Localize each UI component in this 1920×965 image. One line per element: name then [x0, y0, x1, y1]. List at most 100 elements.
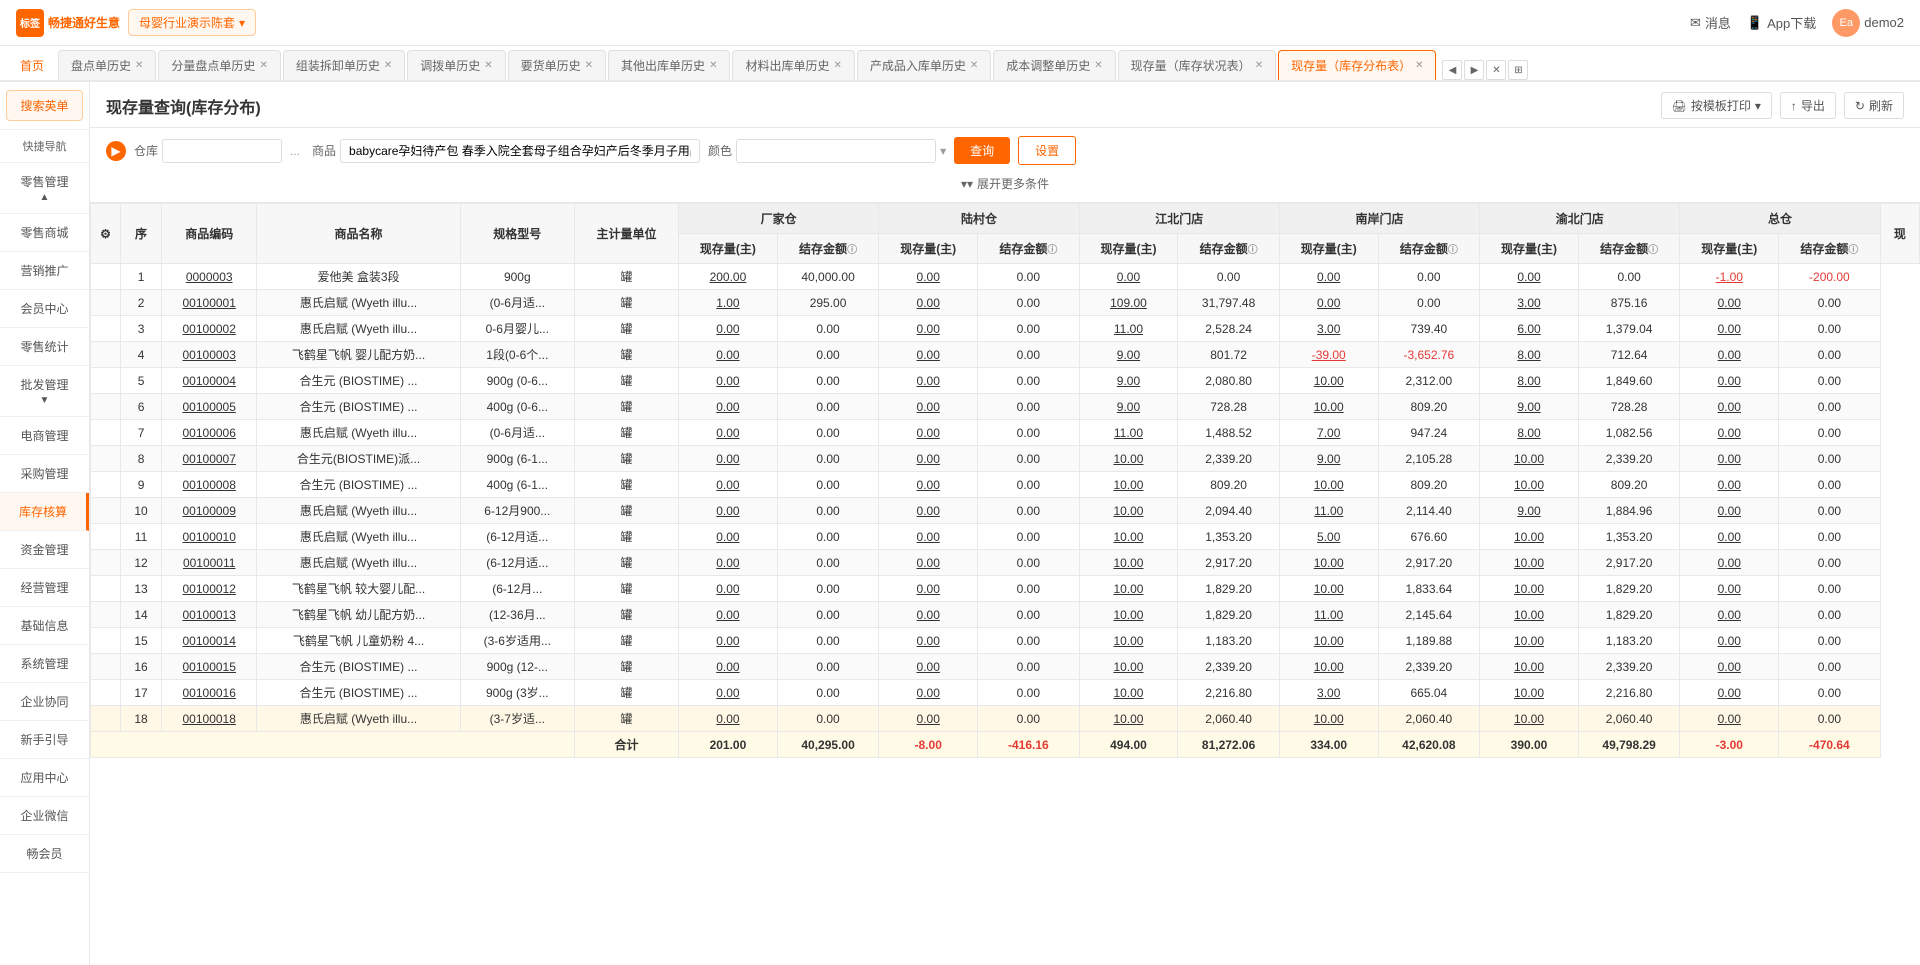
- linkable-value[interactable]: 00100009: [183, 504, 236, 518]
- col-total-stock[interactable]: 0.00: [1680, 368, 1779, 394]
- linkable-value[interactable]: 0.00: [1718, 608, 1741, 622]
- col-factory-stock[interactable]: 0.00: [679, 628, 778, 654]
- tab-close-icon[interactable]: ✕: [585, 60, 593, 71]
- col-code[interactable]: 00100010: [162, 524, 257, 550]
- col-na-stock[interactable]: 10.00: [1279, 706, 1378, 732]
- col-na-stock[interactable]: 3.00: [1279, 316, 1378, 342]
- col-code[interactable]: 00100016: [162, 680, 257, 706]
- col-code[interactable]: 00100001: [162, 290, 257, 316]
- col-factory-stock[interactable]: 0.00: [679, 368, 778, 394]
- linkable-value[interactable]: 10.00: [1514, 660, 1544, 674]
- col-na-stock[interactable]: -39.00: [1279, 342, 1378, 368]
- linkable-value[interactable]: 00100011: [183, 556, 236, 570]
- col-na-stock[interactable]: 0.00: [1279, 290, 1378, 316]
- col-factory-stock[interactable]: 0.00: [679, 342, 778, 368]
- col-code[interactable]: 00100002: [162, 316, 257, 342]
- col-yb-stock[interactable]: 10.00: [1480, 602, 1579, 628]
- col-factory-stock[interactable]: 200.00: [679, 264, 778, 290]
- col-code[interactable]: 00100018: [162, 706, 257, 732]
- linkable-value[interactable]: 0.00: [917, 712, 940, 726]
- linkable-value[interactable]: 0.00: [917, 608, 940, 622]
- col-lu-stock[interactable]: 0.00: [879, 264, 978, 290]
- col-jb-stock[interactable]: 109.00: [1079, 290, 1178, 316]
- linkable-value[interactable]: 0.00: [917, 270, 940, 284]
- linkable-value[interactable]: 0.00: [1718, 660, 1741, 674]
- col-factory-stock[interactable]: 0.00: [679, 420, 778, 446]
- tab-stock-dist[interactable]: 现存量（库存分布表）✕: [1278, 50, 1436, 80]
- col-total-stock[interactable]: 0.00: [1680, 420, 1779, 446]
- col-code[interactable]: 00100004: [162, 368, 257, 394]
- linkable-value[interactable]: 00100006: [183, 426, 236, 440]
- linkable-value[interactable]: 0.00: [1718, 452, 1741, 466]
- col-na-stock[interactable]: 11.00: [1279, 602, 1378, 628]
- col-jb-stock[interactable]: 10.00: [1079, 472, 1178, 498]
- linkable-value[interactable]: 00100002: [183, 322, 236, 336]
- sidebar-item-ecom[interactable]: 电商管理: [0, 417, 89, 455]
- linkable-value[interactable]: 0.00: [1317, 296, 1340, 310]
- tab-material-out[interactable]: 材料出库单历史✕: [732, 50, 854, 80]
- col-code[interactable]: 00100009: [162, 498, 257, 524]
- linkable-value[interactable]: 0.00: [716, 452, 739, 466]
- linkable-value[interactable]: 11.00: [1114, 322, 1143, 336]
- col-jb-stock[interactable]: 9.00: [1079, 394, 1178, 420]
- col-yb-stock[interactable]: 10.00: [1480, 706, 1579, 732]
- sidebar-item-purchase[interactable]: 采购管理: [0, 455, 89, 493]
- linkable-value[interactable]: 9.00: [1117, 374, 1140, 388]
- col-lu-stock[interactable]: 0.00: [879, 420, 978, 446]
- linkable-value[interactable]: 0.00: [1718, 322, 1741, 336]
- linkable-value[interactable]: 0.00: [1718, 296, 1741, 310]
- col-lu-stock[interactable]: 0.00: [879, 680, 978, 706]
- linkable-value[interactable]: 10.00: [1514, 530, 1544, 544]
- linkable-value[interactable]: 10.00: [1514, 608, 1544, 622]
- col-na-stock[interactable]: 10.00: [1279, 368, 1378, 394]
- col-code[interactable]: 00100015: [162, 654, 257, 680]
- linkable-value[interactable]: 3.00: [1517, 296, 1540, 310]
- col-factory-stock[interactable]: 0.00: [679, 706, 778, 732]
- linkable-value[interactable]: 0.00: [917, 452, 940, 466]
- linkable-value[interactable]: 10.00: [1514, 712, 1544, 726]
- total-amt-info-icon[interactable]: ⓘ: [1848, 245, 1858, 256]
- linkable-value[interactable]: 0.00: [1718, 374, 1741, 388]
- col-jb-stock[interactable]: 10.00: [1079, 524, 1178, 550]
- linkable-value[interactable]: 1.00: [716, 296, 739, 310]
- col-lu-stock[interactable]: 0.00: [879, 446, 978, 472]
- col-yb-stock[interactable]: 10.00: [1480, 628, 1579, 654]
- col-factory-stock[interactable]: 0.00: [679, 576, 778, 602]
- col-yb-stock[interactable]: 9.00: [1480, 394, 1579, 420]
- col-lu-stock[interactable]: 0.00: [879, 576, 978, 602]
- linkable-value[interactable]: 3.00: [1317, 686, 1340, 700]
- linkable-value[interactable]: 0.00: [1718, 348, 1741, 362]
- col-yb-stock[interactable]: 6.00: [1480, 316, 1579, 342]
- linkable-value[interactable]: 0.00: [1718, 712, 1741, 726]
- linkable-value[interactable]: 10.00: [1514, 686, 1544, 700]
- linkable-value[interactable]: 10.00: [1113, 634, 1143, 648]
- linkable-value[interactable]: 109.00: [1110, 296, 1147, 310]
- col-total-stock[interactable]: 0.00: [1680, 628, 1779, 654]
- col-total-stock[interactable]: 0.00: [1680, 290, 1779, 316]
- col-na-stock[interactable]: 9.00: [1279, 446, 1378, 472]
- col-yb-stock[interactable]: 9.00: [1480, 498, 1579, 524]
- linkable-value[interactable]: 00100013: [183, 608, 236, 622]
- linkable-value[interactable]: 10.00: [1514, 478, 1544, 492]
- linkable-value[interactable]: 11.00: [1314, 608, 1343, 622]
- sidebar-search-btn[interactable]: 搜索英单: [6, 90, 83, 121]
- linkable-value[interactable]: 0.00: [917, 400, 940, 414]
- linkable-value[interactable]: 10.00: [1314, 660, 1344, 674]
- col-total-stock[interactable]: 0.00: [1680, 342, 1779, 368]
- col-code[interactable]: 00100007: [162, 446, 257, 472]
- col-total-stock[interactable]: 0.00: [1680, 446, 1779, 472]
- sidebar-item-wechat[interactable]: 企业微信: [0, 797, 89, 835]
- sidebar-item-fans[interactable]: 畅会员: [0, 835, 89, 873]
- tab-inventory-check[interactable]: 盘点单历史✕: [58, 50, 156, 80]
- linkable-value[interactable]: 0.00: [716, 582, 739, 596]
- col-total-stock[interactable]: 0.00: [1680, 602, 1779, 628]
- col-total-stock[interactable]: 0.00: [1680, 550, 1779, 576]
- sidebar-quick-nav[interactable]: 快捷导航: [0, 130, 89, 163]
- settings-btn[interactable]: 设置: [1018, 136, 1076, 165]
- col-code[interactable]: 00100013: [162, 602, 257, 628]
- expand-more-btn[interactable]: ▾▾ 展开更多条件: [106, 173, 1904, 194]
- tab-assemble[interactable]: 组装拆卸单历史✕: [283, 50, 405, 80]
- refresh-btn[interactable]: ↻ 刷新: [1844, 92, 1904, 119]
- linkable-value[interactable]: 0.00: [917, 478, 940, 492]
- jb-amt-info-icon[interactable]: ⓘ: [1248, 245, 1258, 256]
